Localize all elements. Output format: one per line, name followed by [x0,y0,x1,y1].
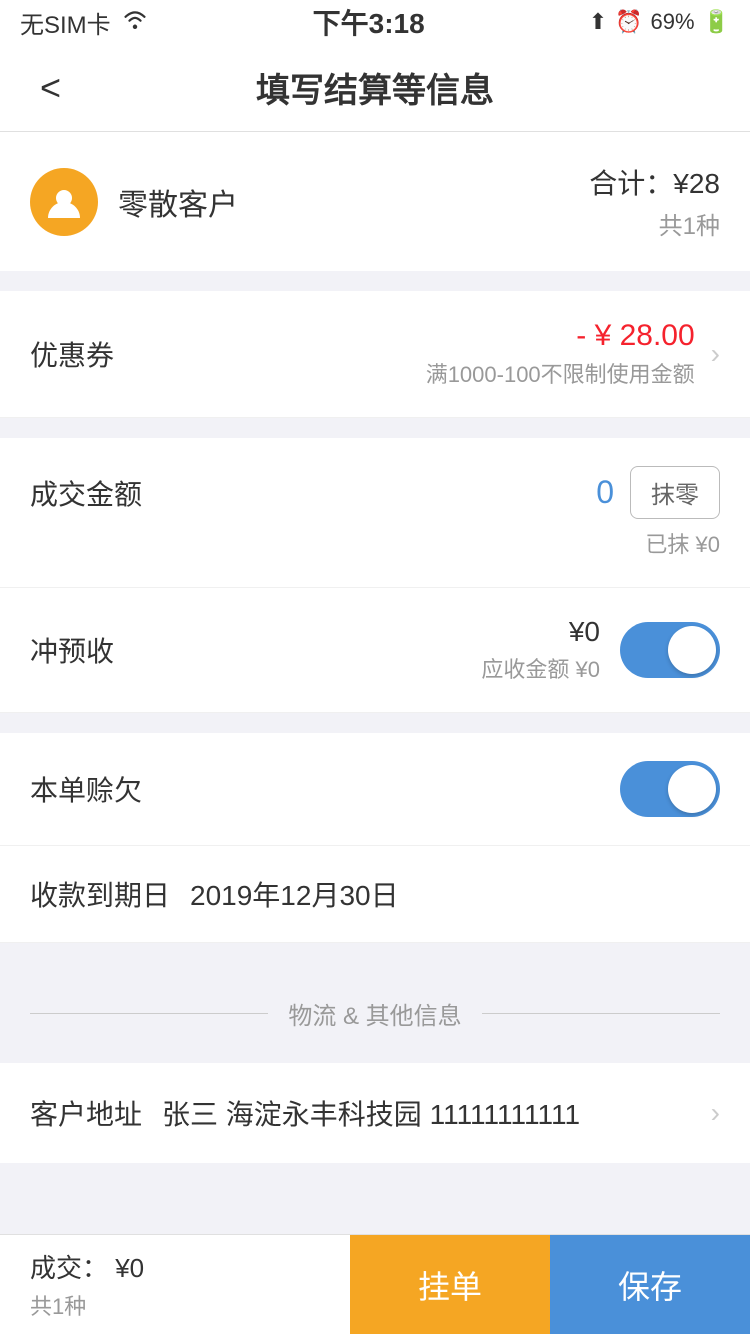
back-button[interactable]: < [30,57,71,119]
nav-bar: < 填写结算等信息 [0,44,750,132]
location-icon: ⬆ [589,9,607,35]
bottom-bar: 成交： ¥0 共1种 挂单 保存 [0,1234,750,1334]
address-chevron-icon: › [711,1097,720,1129]
logistics-label: 物流 & 其他信息 [268,996,481,1031]
credit-toggle-knob [668,765,716,813]
page-title: 填写结算等信息 [256,63,494,112]
transaction-value[interactable]: 0 [596,474,614,511]
alarm-icon: ⏰ [615,9,642,35]
logistics-section-header: 物流 & 其他信息 [0,983,750,1043]
avatar [30,168,98,236]
transaction-label: 成交金额 [30,473,142,513]
divider-2 [0,418,750,438]
address-label: 客户地址 [30,1093,142,1133]
battery-icon: 🔋 [703,9,730,35]
coupon-right: - ¥ 28.00 满1000-100不限制使用金额 › [426,319,720,389]
status-left: 无SIM卡 [20,5,149,40]
time-text: 下午3:18 [313,2,425,42]
transaction-bottom: 已抹 ¥0 [30,527,720,559]
transaction-right: 0 抹零 [596,466,720,519]
divider-1 [0,271,750,291]
divider-3 [0,713,750,733]
coupon-label: 优惠券 [30,334,114,374]
charge-sub-text: 应收金额 ¥0 [481,652,600,684]
bottom-info: 成交： ¥0 共1种 [0,1235,350,1334]
transaction-amount-row: 成交金额 0 抹零 已抹 ¥0 [0,438,750,588]
credit-row: 本单赊欠 [0,733,750,846]
toggle-knob [668,626,716,674]
carrier-text: 无SIM卡 [20,5,111,40]
due-date-row: 收款到期日 2019年12月30日 [0,846,750,943]
coupon-amount: - ¥ 28.00 [426,319,695,353]
coupon-desc: 满1000-100不限制使用金额 [426,357,695,389]
hold-button[interactable]: 挂单 [350,1235,550,1334]
total-count: 共1种 [589,206,720,241]
address-row[interactable]: 客户地址 张三 海淀永丰科技园 11111111111 › [0,1063,750,1163]
charge-amount: ¥0 [481,616,600,648]
status-bar: 无SIM卡 下午3:18 ⬆ ⏰ 69% 🔋 [0,0,750,44]
save-button[interactable]: 保存 [550,1235,750,1334]
round-button[interactable]: 抹零 [630,466,720,519]
customer-left: 零散客户 [30,168,238,236]
coupon-row[interactable]: 优惠券 - ¥ 28.00 满1000-100不限制使用金额 › [0,291,750,418]
divider-5 [0,1043,750,1063]
bottom-deal-text: 成交： ¥0 [30,1248,320,1285]
transaction-top: 成交金额 0 抹零 [30,466,720,519]
coupon-value-group: - ¥ 28.00 满1000-100不限制使用金额 [426,319,695,389]
due-date-label: 收款到期日 [30,874,170,914]
total-amount: 合计：¥28 [589,162,720,202]
divider-4 [0,943,750,983]
status-right: ⬆ ⏰ 69% 🔋 [589,9,730,35]
transaction-sub-text: 已抹 ¥0 [645,527,720,559]
address-value: 张三 海淀永丰科技园 11111111111 [162,1093,711,1133]
wifi-icon [121,8,149,36]
content: 零散客户 合计：¥28 共1种 优惠券 - ¥ 28.00 满1000-100不… [0,132,750,1283]
due-date-value: 2019年12月30日 [190,874,399,914]
charge-row: 冲预收 ¥0 应收金额 ¥0 [0,588,750,713]
credit-toggle[interactable] [620,761,720,817]
charge-right: ¥0 应收金额 ¥0 [481,616,720,684]
bottom-count-text: 共1种 [30,1289,320,1321]
customer-summary: 合计：¥28 共1种 [589,162,720,241]
credit-label: 本单赊欠 [30,769,142,809]
chevron-right-icon: › [711,338,720,370]
customer-name: 零散客户 [118,180,238,224]
charge-toggle[interactable] [620,622,720,678]
charge-label: 冲预收 [30,630,114,670]
battery-text: 69% [651,9,695,35]
charge-amount-group: ¥0 应收金额 ¥0 [481,616,600,684]
customer-row: 零散客户 合计：¥28 共1种 [0,132,750,271]
